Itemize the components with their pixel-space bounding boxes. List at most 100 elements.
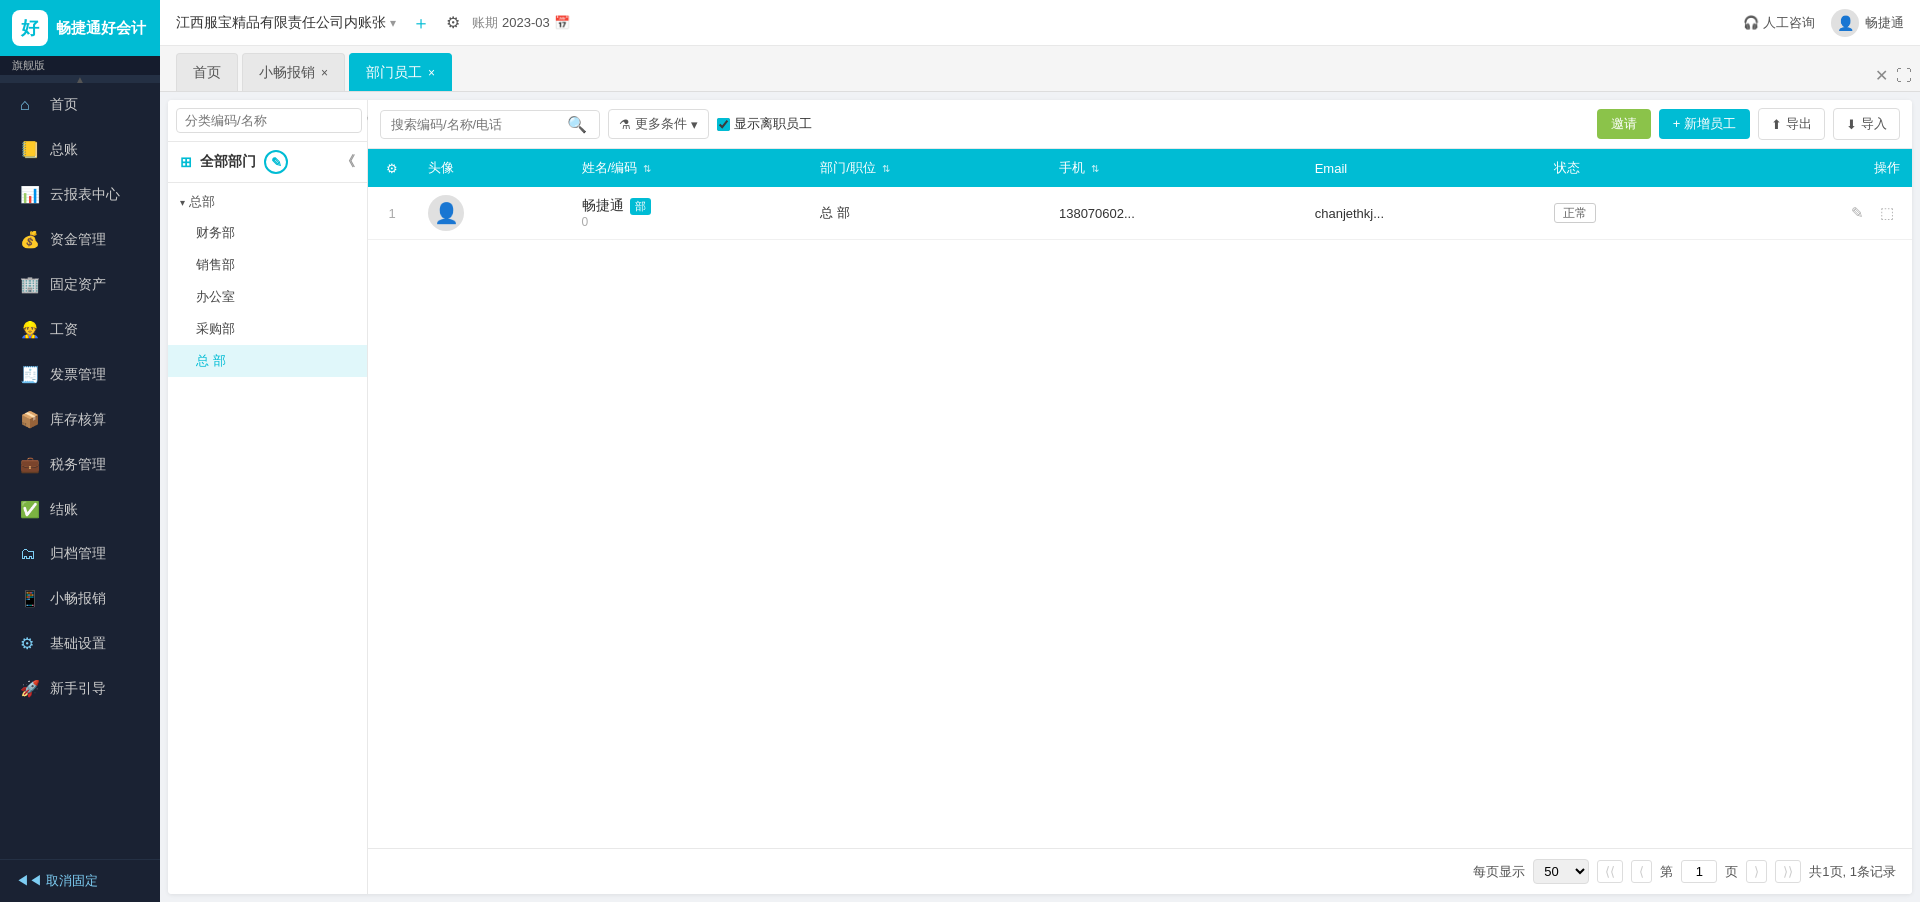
row-avatar-cell: 👤 bbox=[416, 187, 570, 240]
page-size-select[interactable]: 50 100 200 bbox=[1533, 859, 1589, 884]
col-name-code[interactable]: 姓名/编码 ⇅ bbox=[570, 149, 809, 187]
emp-search-box: 🔍 bbox=[380, 110, 600, 139]
sidebar-item-tax-label: 税务管理 bbox=[50, 456, 106, 474]
col-settings[interactable]: ⚙ bbox=[368, 149, 416, 187]
dept-item-office[interactable]: 办公室 bbox=[168, 281, 367, 313]
sidebar-item-reports[interactable]: 📊 云报表中心 bbox=[0, 172, 160, 217]
export-button[interactable]: ⬆ 导出 bbox=[1758, 108, 1825, 140]
tab-department-close[interactable]: × bbox=[428, 66, 435, 80]
dept-item-purchase[interactable]: 采购部 bbox=[168, 313, 367, 345]
sidebar-item-invoice[interactable]: 🧾 发票管理 bbox=[0, 352, 160, 397]
row-email-cell: chanjethkj... bbox=[1303, 187, 1542, 240]
ledger-icon: 📒 bbox=[20, 140, 40, 159]
add-employee-button[interactable]: + 新增员工 bbox=[1659, 109, 1750, 139]
home-icon: ⌂ bbox=[20, 96, 40, 114]
import-button[interactable]: ⬇ 导入 bbox=[1833, 108, 1900, 140]
sidebar-item-ledger[interactable]: 📒 总账 bbox=[0, 127, 160, 172]
company-chevron-icon: ▾ bbox=[390, 16, 396, 30]
sidebar-item-guide[interactable]: 🚀 新手引导 bbox=[0, 666, 160, 711]
tab-expense-close[interactable]: × bbox=[321, 66, 328, 80]
user-menu[interactable]: 👤 畅捷通 bbox=[1831, 9, 1904, 37]
sidebar-item-archive[interactable]: 🗂 归档管理 bbox=[0, 532, 160, 576]
sidebar-item-reports-label: 云报表中心 bbox=[50, 186, 120, 204]
calendar-icon[interactable]: 📅 bbox=[554, 15, 570, 30]
import-label: 导入 bbox=[1861, 115, 1887, 133]
sidebar-item-assets[interactable]: 🏢 固定资产 bbox=[0, 262, 160, 307]
assets-icon: 🏢 bbox=[20, 275, 40, 294]
pagination: 每页显示 50 100 200 ⟨⟨ ⟨ 第 页 ⟩ ⟩⟩ 共1页, 1条记录 bbox=[368, 848, 1912, 894]
dept-collapse-button[interactable]: 《 bbox=[341, 153, 355, 171]
tab-department[interactable]: 部门员工 × bbox=[349, 53, 452, 91]
show-resigned-checkbox[interactable] bbox=[717, 118, 730, 131]
first-page-button[interactable]: ⟨⟨ bbox=[1597, 860, 1623, 883]
dept-item-sales[interactable]: 销售部 bbox=[168, 249, 367, 281]
support-button[interactable]: 🎧 人工咨询 bbox=[1743, 14, 1815, 32]
tab-expense[interactable]: 小畅报销 × bbox=[242, 53, 345, 91]
headset-icon: 🎧 bbox=[1743, 15, 1759, 30]
emp-search-input[interactable] bbox=[391, 117, 561, 132]
sidebar-item-checkout-label: 结账 bbox=[50, 501, 78, 519]
tab-department-label: 部门员工 bbox=[366, 64, 422, 82]
emp-search-icon[interactable]: 🔍 bbox=[567, 115, 587, 134]
dept-item-general[interactable]: 总 部 bbox=[168, 345, 367, 377]
dept-item-finance[interactable]: 财务部 bbox=[168, 217, 367, 249]
sidebar-item-expense[interactable]: 📱 小畅报销 bbox=[0, 576, 160, 621]
sidebar-item-checkout[interactable]: ✅ 结账 bbox=[0, 487, 160, 532]
sidebar-item-home-label: 首页 bbox=[50, 96, 78, 114]
reports-icon: 📊 bbox=[20, 185, 40, 204]
page-di-label: 第 bbox=[1660, 863, 1673, 881]
sidebar-item-inventory[interactable]: 📦 库存核算 bbox=[0, 397, 160, 442]
sidebar-item-salary[interactable]: 👷 工资 bbox=[0, 307, 160, 352]
dept-group-root[interactable]: ▾ 总部 bbox=[168, 187, 367, 217]
tabbar: 首页 小畅报销 × 部门员工 × ✕ ⛶ bbox=[160, 46, 1920, 92]
sidebar-item-settings[interactable]: ⚙ 基础设置 bbox=[0, 621, 160, 666]
show-resigned-label[interactable]: 显示离职员工 bbox=[717, 115, 812, 133]
employee-dept: 总 部 bbox=[820, 205, 850, 220]
last-page-button[interactable]: ⟩⟩ bbox=[1775, 860, 1801, 883]
prev-page-button[interactable]: ⟨ bbox=[1631, 860, 1652, 883]
employee-panel: 🔍 ⚗ 更多条件 ▾ 显示离职员工 邀请 + 新增员工 ⬆ 导出 bbox=[368, 100, 1912, 894]
next-page-button[interactable]: ⟩ bbox=[1746, 860, 1767, 883]
employee-table: ⚙ 头像 姓名/编码 ⇅ 部门/职位 ⇅ 手机 ⇅ Email 状态 操作 1 bbox=[368, 149, 1912, 848]
sidebar-item-home[interactable]: ⌂ 首页 bbox=[0, 83, 160, 127]
pin-toggle-label: ◀◀ 取消固定 bbox=[16, 872, 98, 890]
support-label: 人工咨询 bbox=[1763, 14, 1815, 32]
dept-search-input[interactable] bbox=[176, 108, 362, 133]
delete-employee-button[interactable]: ⬚ bbox=[1874, 202, 1900, 224]
row-dept-cell: 总 部 bbox=[808, 187, 1047, 240]
page-number-input[interactable] bbox=[1681, 860, 1717, 883]
archive-icon: 🗂 bbox=[20, 545, 40, 563]
more-filter-button[interactable]: ⚗ 更多条件 ▾ bbox=[608, 109, 709, 139]
col-avatar: 头像 bbox=[416, 149, 570, 187]
topbar-settings-icon[interactable]: ⚙ bbox=[446, 13, 460, 32]
sidebar-scroll-up[interactable]: ▲ bbox=[0, 75, 160, 83]
sidebar-item-guide-label: 新手引导 bbox=[50, 680, 106, 698]
invite-button[interactable]: 邀请 bbox=[1597, 109, 1651, 139]
col-phone[interactable]: 手机 ⇅ bbox=[1047, 149, 1303, 187]
sidebar-item-funds[interactable]: 💰 资金管理 bbox=[0, 217, 160, 262]
company-name: 江西服宝精品有限责任公司内账张 bbox=[176, 14, 386, 32]
add-company-button[interactable]: ＋ bbox=[408, 11, 434, 35]
table-row: 1 👤 畅捷通 部 0 bbox=[368, 187, 1912, 240]
avatar: 👤 bbox=[1831, 9, 1859, 37]
sidebar-pin-toggle[interactable]: ◀◀ 取消固定 bbox=[0, 859, 160, 902]
tab-close-button[interactable]: ✕ bbox=[1875, 66, 1888, 85]
app-logo: 好 畅捷通好会计 bbox=[0, 0, 160, 56]
content-area: 🔍 ⊞ 全部部门 ✎ 《 ▾ 总部 财务部 销售部 办公室 采购部 总 部 bbox=[168, 100, 1912, 894]
more-filter-label: 更多条件 bbox=[635, 115, 687, 133]
main-area: 江西服宝精品有限责任公司内账张 ▾ ＋ ⚙ 账期 2023-03 📅 🎧 人工咨… bbox=[160, 0, 1920, 902]
col-dept-position[interactable]: 部门/职位 ⇅ bbox=[808, 149, 1047, 187]
tax-icon: 💼 bbox=[20, 455, 40, 474]
row-phone-cell: 138070602... bbox=[1047, 187, 1303, 240]
col-status: 状态 bbox=[1542, 149, 1711, 187]
filter-icon: ⚗ bbox=[619, 117, 631, 132]
company-selector[interactable]: 江西服宝精品有限责任公司内账张 ▾ bbox=[176, 14, 396, 32]
employee-name: 畅捷通 bbox=[582, 197, 624, 215]
emp-toolbar-right: 邀请 + 新增员工 ⬆ 导出 ⬇ 导入 bbox=[1597, 108, 1900, 140]
dept-edit-button[interactable]: ✎ bbox=[264, 150, 288, 174]
tab-home[interactable]: 首页 bbox=[176, 53, 238, 91]
tab-expand-button[interactable]: ⛶ bbox=[1896, 67, 1912, 85]
sidebar-item-tax[interactable]: 💼 税务管理 bbox=[0, 442, 160, 487]
sidebar-nav: ⌂ 首页 📒 总账 📊 云报表中心 💰 资金管理 🏢 固定资产 👷 工资 🧾 发… bbox=[0, 83, 160, 859]
edit-employee-button[interactable]: ✎ bbox=[1845, 202, 1870, 224]
